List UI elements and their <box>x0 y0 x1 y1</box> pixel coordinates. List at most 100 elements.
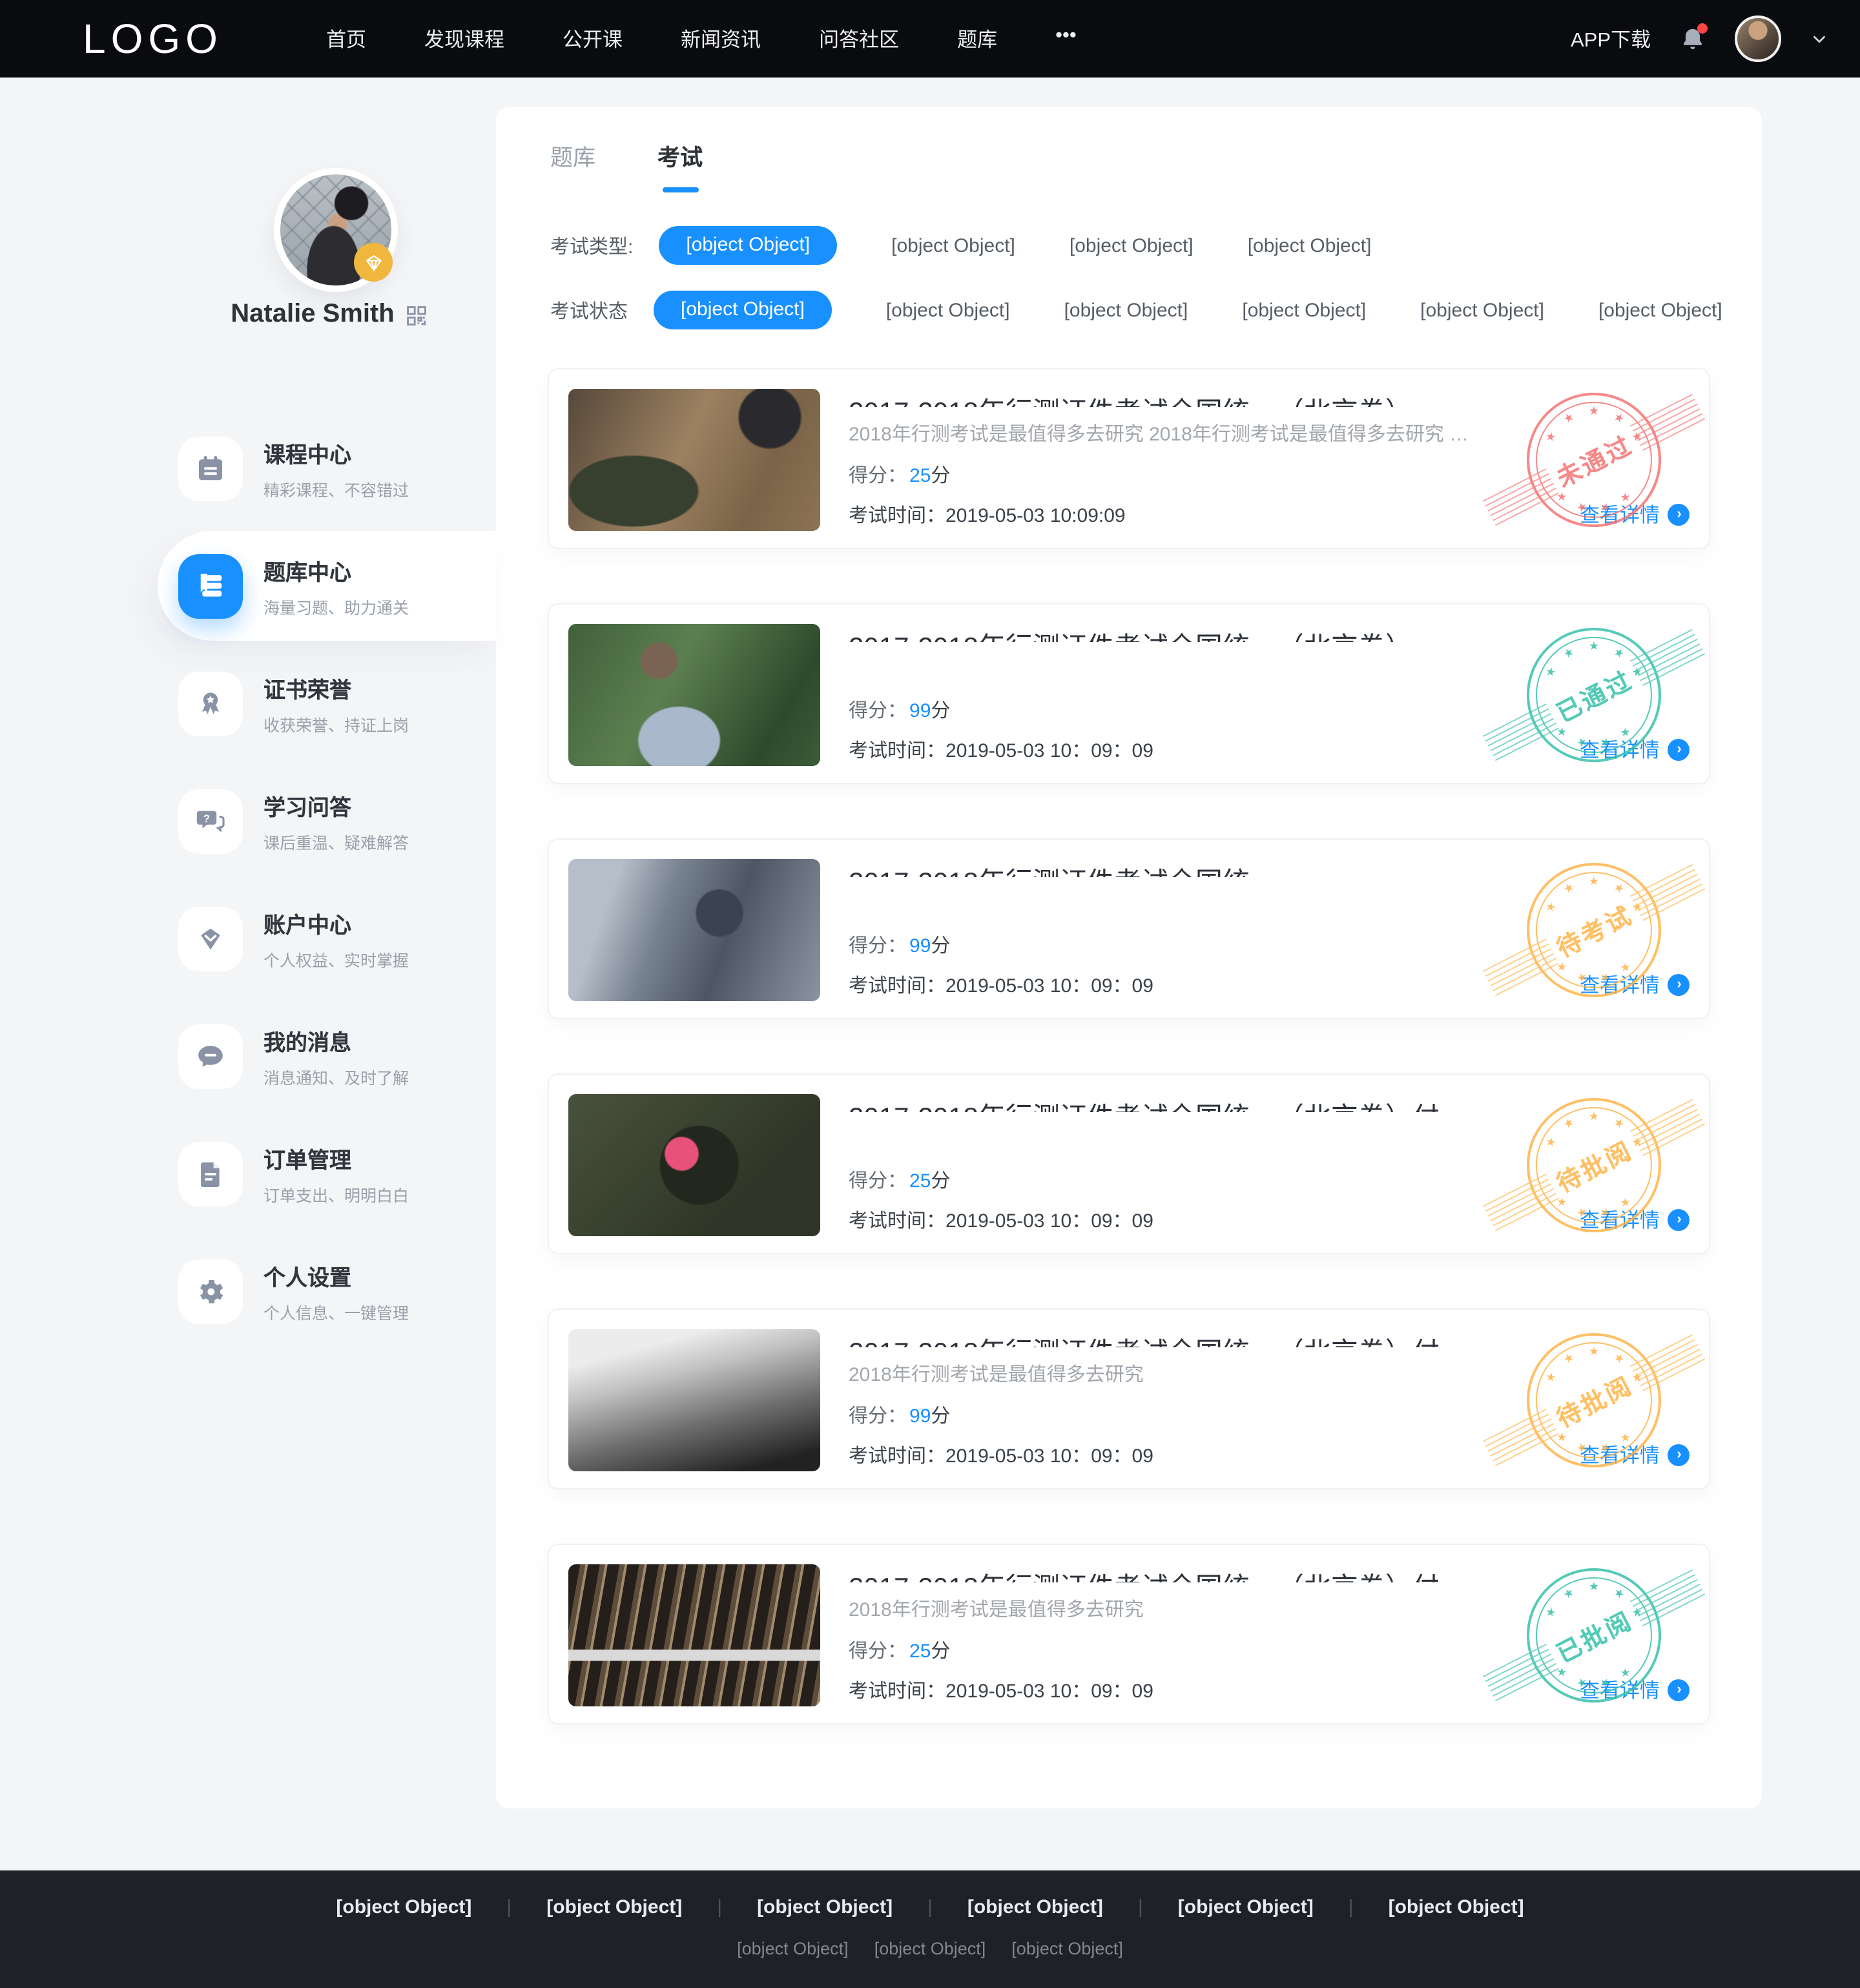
footer-copyright: [object Object] [object Object] [object … <box>737 1939 1123 1958</box>
exam-title: 2017-2018年行测证件考试全国统一（北京卷） <box>849 391 1690 407</box>
exam-time-label: 考试时间： <box>849 504 946 526</box>
view-details-link[interactable]: 查看详情 › <box>1580 1675 1690 1704</box>
filter-option[interactable]: [object Object] <box>659 226 838 265</box>
filter-option[interactable]: [object Object] <box>1598 299 1722 321</box>
tab-exam[interactable]: 考试 <box>657 141 703 192</box>
nav-item[interactable]: ••• <box>1055 25 1077 53</box>
arrow-right-icon: › <box>1668 973 1690 995</box>
profile-name: Natalie Smith <box>231 300 395 328</box>
view-details-link[interactable]: 查看详情 › <box>1580 1440 1690 1469</box>
footer-links: [object Object] [object Object] [object … <box>336 1896 1524 1918</box>
active-tab-indicator <box>662 187 698 192</box>
score-label: 得分： <box>849 465 907 487</box>
score-value: 99 <box>909 700 931 722</box>
exam-card: 2017-2018年行测证件考试全国统一（北京卷）付费批卷 得分：25分 考试时… <box>548 1073 1710 1254</box>
sidebar-item-sublabel: 课后重温、疑难解答 <box>264 834 409 852</box>
nav-item[interactable]: 新闻资讯 <box>681 25 761 53</box>
filter-option[interactable]: [object Object] <box>1242 299 1366 321</box>
view-details-link[interactable]: 查看详情 › <box>1580 735 1690 763</box>
sidebar-item-label: 我的消息 <box>264 1030 351 1055</box>
exam-description <box>849 655 1690 677</box>
view-details-link[interactable]: 查看详情 › <box>1580 500 1690 528</box>
arrow-right-icon: › <box>1668 1444 1690 1465</box>
exam-description <box>849 1125 1690 1147</box>
exam-type-filter-row: 考试类型: [object Object] [object Object] [o… <box>550 226 1762 265</box>
exam-time-value: 2019-05-03 10:09:09 <box>946 504 1126 526</box>
view-details-link[interactable]: 查看详情 › <box>1580 1205 1690 1234</box>
sidebar-item-orders[interactable]: 订单管理 订单支出、明明白白 <box>163 1115 496 1232</box>
score-value: 25 <box>909 1641 931 1662</box>
tabs: 题库 考试 <box>496 107 1762 192</box>
top-nav: LOGO 首页 发现课程 公开课 新闻资讯 问答社区 题库 ••• APP下载 <box>0 0 1860 78</box>
filter-option[interactable]: [object Object] <box>1064 299 1188 321</box>
arrow-right-icon: › <box>1668 503 1690 525</box>
logo[interactable]: LOGO <box>83 15 223 63</box>
filter-option[interactable]: [object Object] <box>654 291 832 329</box>
footer-link[interactable]: [object Object] <box>336 1896 471 1918</box>
qr-code-icon[interactable] <box>406 305 428 327</box>
exam-thumbnail <box>568 859 820 1001</box>
exam-score-row: 得分： 25分 <box>849 1637 1690 1664</box>
sidebar-item-settings[interactable]: 个人设置 个人信息、一键管理 <box>163 1232 496 1350</box>
arrow-right-icon: › <box>1668 1679 1690 1701</box>
view-details-link[interactable]: 查看详情 › <box>1580 970 1690 999</box>
exam-score-row: 得分： 99分 <box>849 1402 1690 1429</box>
exam-thumbnail <box>568 1564 820 1706</box>
score-suffix: 分 <box>931 1405 951 1427</box>
user-avatar[interactable] <box>1735 16 1781 62</box>
exam-type-filter-label: 考试类型: <box>550 236 634 258</box>
sidebar-item-sublabel: 精彩课程、不容错过 <box>264 481 409 499</box>
sidebar-item-label: 课程中心 <box>264 442 351 467</box>
sidebar-item-sublabel: 个人信息、一键管理 <box>264 1304 409 1322</box>
tab-question-bank[interactable]: 题库 <box>550 141 595 192</box>
sidebar-item-courses[interactable]: 课程中心 精彩课程、不容错过 <box>163 409 496 527</box>
exam-title: 2017-2018年行测证件考试全国统一（北京卷）付费批卷 <box>849 1332 1690 1347</box>
sidebar-item-sublabel: 订单支出、明明白白 <box>264 1186 409 1205</box>
exam-time-row: 考试时间：2019-05-03 10：09：09 <box>849 971 1153 998</box>
nav-item[interactable]: 公开课 <box>563 25 623 53</box>
nav-item[interactable]: 题库 <box>957 25 997 53</box>
chevron-down-icon[interactable] <box>1810 29 1829 48</box>
view-details-label: 查看详情 <box>1579 1681 1660 1703</box>
arrow-right-icon: › <box>1668 1208 1690 1230</box>
notification-bell-icon[interactable] <box>1679 23 1708 52</box>
view-details-label: 查看详情 <box>1579 1210 1660 1232</box>
footer-link[interactable]: [object Object] <box>893 1896 1103 1918</box>
score-suffix: 分 <box>931 1641 951 1662</box>
score-label: 得分： <box>849 935 907 957</box>
sidebar-item-messages[interactable]: 我的消息 消息通知、及时了解 <box>163 997 496 1115</box>
filter-option[interactable]: [object Object] <box>891 234 1015 256</box>
filter-option[interactable]: [object Object] <box>1420 299 1544 321</box>
exam-score-row: 得分： 99分 <box>849 696 1690 723</box>
medal-icon <box>178 671 243 736</box>
filter-option[interactable]: [object Object] <box>1248 234 1372 256</box>
gear-icon <box>178 1259 243 1323</box>
exam-card: 2017-2018年行测证件考试全国统一 得分：99分 考试时间：2019-05… <box>548 838 1710 1019</box>
nav-item[interactable]: 问答社区 <box>819 25 899 53</box>
sidebar-item-account[interactable]: 账户中心 个人权益、实时掌握 <box>163 880 496 997</box>
profile-block: Natalie Smith <box>163 78 496 329</box>
arrow-right-icon: › <box>1668 738 1690 760</box>
sidebar-item-question-bank[interactable]: 题库中心 海量习题、助力通关 <box>158 527 496 645</box>
filter-option[interactable]: [object Object] <box>886 299 1010 321</box>
sidebar-menu: 课程中心 精彩课程、不容错过 题库中心 海量习题、助力通关 证书荣誉 收获荣誉、… <box>158 409 496 1350</box>
exam-time-label: 考试时间： <box>849 1210 946 1232</box>
app-download-link[interactable]: APP下载 <box>1571 25 1651 53</box>
score-suffix: 分 <box>931 1170 951 1192</box>
footer-link[interactable]: [object Object] <box>471 1896 682 1918</box>
footer: [object Object] [object Object] [object … <box>0 1870 1860 1988</box>
sidebar-item-qa[interactable]: ? 学习问答 课后重温、疑难解答 <box>163 762 496 880</box>
footer-link[interactable]: [object Object] <box>1103 1896 1314 1918</box>
tab-exam-label: 考试 <box>657 145 703 171</box>
nav-item[interactable]: 发现课程 <box>424 25 504 53</box>
gap-strip <box>0 1839 1860 1870</box>
nav-item[interactable]: 首页 <box>326 25 366 53</box>
score-value: 25 <box>909 1170 931 1192</box>
sidebar-item-certificates[interactable]: 证书荣誉 收获荣誉、持证上岗 <box>163 645 496 762</box>
score-suffix: 分 <box>931 465 951 487</box>
exam-title: 2017-2018年行测证件考试全国统一（北京卷）付费批卷 <box>849 1567 1690 1582</box>
filter-option[interactable]: [object Object] <box>1070 234 1194 256</box>
sidebar-item-sublabel: 消息通知、及时了解 <box>264 1069 409 1087</box>
footer-link[interactable]: [object Object] <box>682 1896 893 1918</box>
footer-link[interactable]: [object Object] <box>1314 1896 1524 1918</box>
